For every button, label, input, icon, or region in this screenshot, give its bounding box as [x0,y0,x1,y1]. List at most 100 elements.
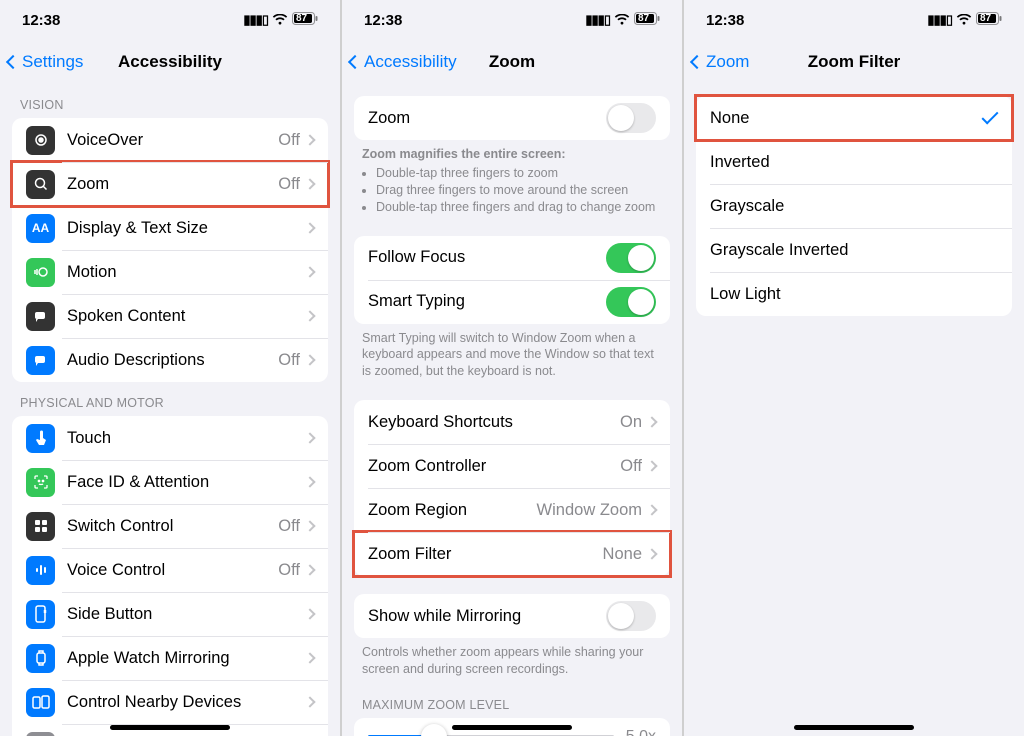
row-label: Keyboard Shortcuts [368,413,620,432]
screen-zoom-filter: 12:38 ▮▮▮▯ 87 Zoom Zoom Filter None Inve… [684,0,1024,736]
chevron-right-icon [304,222,315,233]
scroll-content[interactable]: VISION VoiceOver Off Zoom Off AA Display… [0,84,340,736]
row-label: Touch [67,429,306,448]
row-zoom-filter[interactable]: Zoom Filter None [354,532,670,576]
row-label: Spoken Content [67,307,306,326]
watch-icon [26,644,55,673]
back-button[interactable]: Settings [8,52,83,72]
audiodesc-icon [26,346,55,375]
filter-grayscale-inv[interactable]: Grayscale Inverted [696,228,1012,272]
row-label: Control Nearby Devices [67,693,306,712]
row-label: Side Button [67,605,306,624]
row-label: Grayscale Inverted [710,241,998,260]
chevron-right-icon [304,696,315,707]
row-label: None [710,109,982,128]
row-faceid[interactable]: Face ID & Attention [12,460,328,504]
chevron-back-icon [690,55,704,69]
wifi-icon [272,14,288,26]
zoom-description: Zoom magnifies the entire screen: Double… [342,140,682,218]
back-label: Settings [22,52,83,72]
row-spoken-content[interactable]: Spoken Content [12,294,328,338]
row-motion[interactable]: Motion [12,250,328,294]
back-label: Zoom [706,52,749,72]
row-smart-typing[interactable]: Smart Typing [354,280,670,324]
chevron-back-icon [6,55,20,69]
row-label: Show while Mirroring [368,607,606,626]
row-watch-mirror[interactable]: Apple Watch Mirroring [12,636,328,680]
nav-bar: Zoom Zoom Filter [684,40,1024,84]
row-touch[interactable]: Touch [12,416,328,460]
row-voiceover[interactable]: VoiceOver Off [12,118,328,162]
scroll-content[interactable]: None Inverted Grayscale Grayscale Invert… [684,84,1024,736]
follow-toggle[interactable] [606,243,656,273]
status-time: 12:38 [706,12,744,29]
smart-footer: Smart Typing will switch to Window Zoom … [342,324,682,383]
voicectrl-icon [26,556,55,585]
status-bar: 12:38 ▮▮▮▯ 87 [684,0,1024,40]
row-zoom-controller[interactable]: Zoom Controller Off [354,444,670,488]
group-filters: None Inverted Grayscale Grayscale Invert… [696,96,1012,316]
row-zoom-region[interactable]: Zoom Region Window Zoom [354,488,670,532]
row-label: Inverted [710,153,998,172]
row-side-button[interactable]: Side Button [12,592,328,636]
row-voice-control[interactable]: Voice Control Off [12,548,328,592]
status-indicators: ▮▮▮▯ 87 [585,12,660,29]
home-indicator[interactable] [110,725,230,730]
wifi-icon [956,14,972,26]
chevron-right-icon [304,134,315,145]
battery-icon: 87 [634,12,660,29]
filter-grayscale[interactable]: Grayscale [696,184,1012,228]
cellular-signal-icon: ▮▮▮▯ [243,12,268,28]
switch-icon [26,512,55,541]
row-label: Voice Control [67,561,278,580]
smart-toggle[interactable] [606,287,656,317]
row-follow-focus[interactable]: Follow Focus [354,236,670,280]
row-label: Zoom [368,109,606,128]
scroll-content[interactable]: Zoom Zoom magnifies the entire screen: D… [342,84,682,736]
status-bar: 12:38 ▮▮▮▯ 87 [342,0,682,40]
nav-bar: Accessibility Zoom [342,40,682,84]
row-value: Window Zoom [537,501,642,520]
tvremote-icon [26,732,55,736]
zoom-toggle[interactable] [606,103,656,133]
chevron-back-icon [348,55,362,69]
row-value: Off [278,131,300,150]
row-display-text[interactable]: AA Display & Text Size [12,206,328,250]
row-zoom[interactable]: Zoom Off [12,162,328,206]
back-button[interactable]: Zoom [692,52,749,72]
mirror-footer: Controls whether zoom appears while shar… [342,638,682,680]
home-indicator[interactable] [452,725,572,730]
filter-lowlight[interactable]: Low Light [696,272,1012,316]
back-button[interactable]: Accessibility [350,52,457,72]
chevron-right-icon [304,608,315,619]
row-label: Apple Watch Mirroring [67,649,306,668]
section-header-max: MAXIMUM ZOOM LEVEL [342,680,682,718]
row-switch-control[interactable]: Switch Control Off [12,504,328,548]
screen-zoom: 12:38 ▮▮▮▯ 87 Accessibility Zoom Zoom Zo… [342,0,682,736]
row-label: Zoom Controller [368,457,620,476]
row-zoom-switch[interactable]: Zoom [354,96,670,140]
row-audio-desc[interactable]: Audio Descriptions Off [12,338,328,382]
chevron-right-icon [646,460,657,471]
back-label: Accessibility [364,52,457,72]
mirror-toggle[interactable] [606,601,656,631]
row-value: Off [278,175,300,194]
row-label: VoiceOver [67,131,278,150]
row-mirror[interactable]: Show while Mirroring [354,594,670,638]
screen-accessibility: 12:38 ▮▮▮▯ 87 Settings Accessibility VIS… [0,0,340,736]
slider-value: 5.0x [626,728,656,736]
home-indicator[interactable] [794,725,914,730]
chevron-right-icon [304,432,315,443]
status-indicators: ▮▮▮▯ 87 [927,12,1002,29]
filter-none[interactable]: None [696,96,1012,140]
row-label: Smart Typing [368,292,606,311]
group-zoom-options: Keyboard Shortcuts On Zoom Controller Of… [354,400,670,576]
chevron-right-icon [304,354,315,365]
row-nearby[interactable]: Control Nearby Devices [12,680,328,724]
cellular-signal-icon: ▮▮▮▯ [585,12,610,28]
motion-icon [26,258,55,287]
row-kb-shortcuts[interactable]: Keyboard Shortcuts On [354,400,670,444]
row-label: Switch Control [67,517,278,536]
row-label: Motion [67,263,306,282]
filter-inverted[interactable]: Inverted [696,140,1012,184]
